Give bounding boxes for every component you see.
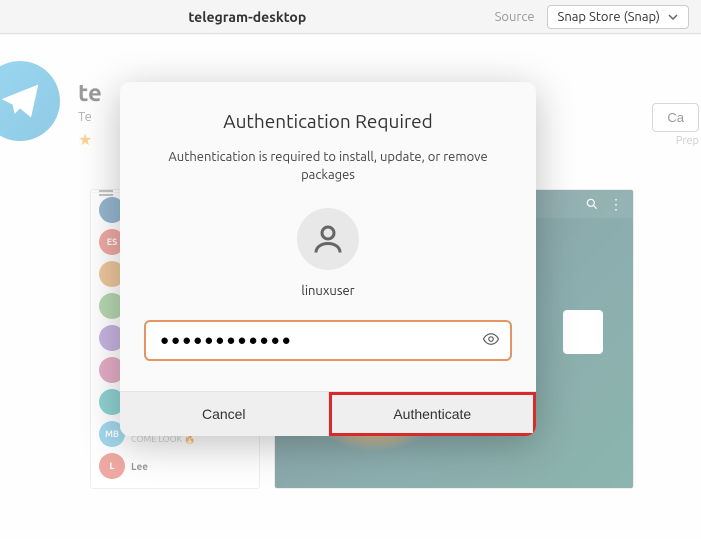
authentication-dialog: Authentication Required Authentication i… xyxy=(120,82,536,436)
username-label: linuxuser xyxy=(144,284,512,298)
authenticate-button[interactable]: Authenticate xyxy=(329,392,537,436)
cancel-button[interactable]: Cancel xyxy=(120,392,329,436)
dialog-title: Authentication Required xyxy=(144,110,512,132)
password-input[interactable] xyxy=(144,320,512,361)
source-label: Source xyxy=(495,10,535,24)
chevron-down-icon xyxy=(668,14,678,20)
user-avatar-icon xyxy=(297,208,359,270)
dialog-description: Authentication is required to install, u… xyxy=(144,148,512,184)
source-dropdown[interactable]: Snap Store (Snap) xyxy=(547,5,689,29)
source-value: Snap Store (Snap) xyxy=(558,10,660,24)
window-header: telegram-desktop Source Snap Store (Snap… xyxy=(0,0,701,34)
toggle-password-visibility-icon[interactable] xyxy=(482,330,500,352)
window-title: telegram-desktop xyxy=(12,9,483,25)
